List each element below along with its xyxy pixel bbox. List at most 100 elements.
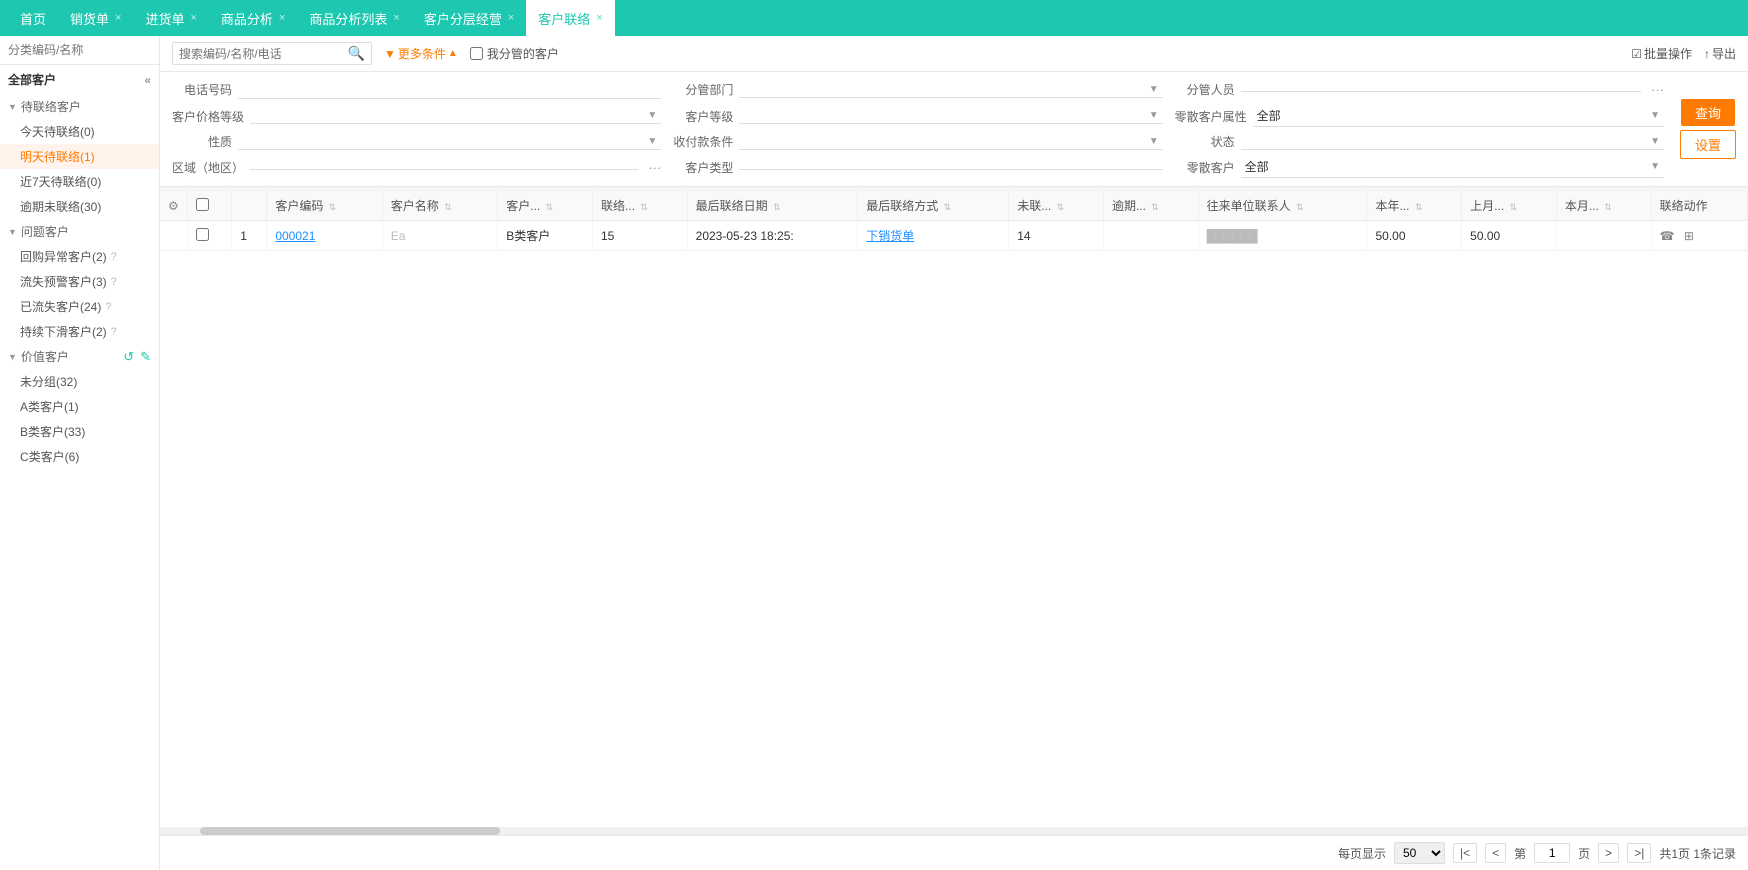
close-product-analysis-icon[interactable]: × (279, 12, 285, 24)
query-button[interactable]: 查询 (1681, 99, 1735, 126)
filter-retail-attr-select[interactable]: 全部 ▼ (1253, 105, 1664, 127)
col-last-month[interactable]: 上月... ⇅ (1462, 191, 1557, 221)
filter-region-dots[interactable]: ··· (648, 160, 661, 175)
export-button[interactable]: ↑ 导出 (1704, 45, 1736, 62)
col-uncontacted[interactable]: 未联... ⇅ (1009, 191, 1104, 221)
close-purchase-order-icon[interactable]: × (190, 12, 196, 24)
col-last-method[interactable]: 最后联络方式 ⇅ (858, 191, 1009, 221)
sidebar-item-tomorrow-pending[interactable]: 明天待联络(1) (0, 144, 159, 169)
col-type[interactable]: 客户... ⇅ (498, 191, 593, 221)
nav-purchase-order[interactable]: 进货单 × (133, 0, 208, 36)
filter-payment-label: 收付款条件 (673, 133, 733, 150)
more-conditions-button[interactable]: ▼ 更多条件 ▲ (384, 45, 458, 62)
col-this-month[interactable]: 本月... ⇅ (1556, 191, 1651, 221)
page-number-input[interactable] (1534, 843, 1570, 863)
batch-operation-button[interactable]: ☑ 批量操作 (1631, 45, 1692, 62)
group-value-customers[interactable]: 价值客户 (0, 344, 123, 369)
group-problem-customers[interactable]: 问题客户 (0, 219, 159, 244)
filter-retail-customer-select[interactable]: 全部 ▼ (1241, 156, 1664, 178)
close-product-analysis-list-icon[interactable]: × (393, 12, 399, 24)
close-customer-layering-icon[interactable]: × (508, 12, 514, 24)
col-contacts[interactable]: 联络... ⇅ (592, 191, 687, 221)
filter-person: 分管人员 ··· (1175, 81, 1664, 98)
last-page-button[interactable]: >| (1627, 843, 1651, 863)
row-last-method[interactable]: 下销货单 (858, 221, 1009, 251)
sidebar-search-input[interactable] (8, 43, 160, 57)
my-customers-checkbox[interactable]: 我分管的客户 (470, 45, 559, 62)
sidebar-item-7day-pending[interactable]: 近7天待联络(0) (0, 169, 159, 194)
filter-customer-type-select[interactable] (739, 165, 1162, 170)
sidebar-item-churn-warning[interactable]: 流失预警客户(3) ? (0, 269, 159, 294)
row-type: B类客户 (498, 221, 593, 251)
filter-nature-select[interactable]: ▼ (238, 134, 661, 150)
filter-status-select[interactable]: ▼ (1241, 134, 1664, 150)
sidebar-item-today-pending[interactable]: 今天待联络(0) (0, 119, 159, 144)
nav-customer-contact[interactable]: 客户联络 × (526, 0, 614, 36)
close-sales-order-icon[interactable]: × (115, 12, 121, 24)
help-icon-repurchase[interactable]: ? (111, 251, 117, 263)
all-customers-header[interactable]: 全部客户 « (0, 65, 159, 94)
collapse-sidebar-icon[interactable]: « (144, 73, 151, 87)
row-uncontacted: 14 (1009, 221, 1104, 251)
help-icon-declining[interactable]: ? (111, 326, 117, 338)
sidebar-item-declining[interactable]: 持续下滑客户(2) ? (0, 319, 159, 344)
sidebar-item-ungrouped[interactable]: 未分组(32) (0, 369, 159, 394)
sort-last-date-icon: ⇅ (773, 202, 781, 212)
col-unit-contact[interactable]: 往来单位联系人 ⇅ (1198, 191, 1367, 221)
filter-dept-select[interactable]: ▼ (739, 82, 1162, 98)
sidebar-item-b-class[interactable]: B类客户(33) (0, 419, 159, 444)
my-customers-check[interactable] (470, 47, 483, 60)
data-table-area: ⚙ 客户编码 ⇅ 客户名称 ⇅ 客户... ⇅ 联络... ⇅ 最后联络日期 ⇅… (160, 191, 1748, 827)
row-select-checkbox[interactable] (196, 228, 209, 241)
help-icon-churned[interactable]: ? (105, 301, 111, 313)
nav-product-analysis[interactable]: 商品分析 × (209, 0, 297, 36)
action-phone-icon[interactable]: ☎ (1660, 229, 1675, 243)
col-last-date[interactable]: 最后联络日期 ⇅ (687, 191, 858, 221)
select-all-checkbox[interactable] (196, 198, 209, 211)
set-button[interactable]: 设置 (1680, 130, 1736, 159)
filter-status: 状态 ▼ (1175, 133, 1664, 150)
col-code[interactable]: 客户编码 ⇅ (267, 191, 382, 221)
filter-payment: 收付款条件 ▼ (673, 133, 1162, 150)
edit-value-icon[interactable]: ✎ (140, 349, 151, 365)
sidebar-item-a-class[interactable]: A类客户(1) (0, 394, 159, 419)
sidebar-item-repurchase-abnormal[interactable]: 回购异常客户(2) ? (0, 244, 159, 269)
col-settings[interactable]: ⚙ (160, 191, 187, 221)
sidebar-item-overdue-uncontacted[interactable]: 逾期未联络(30) (0, 194, 159, 219)
col-this-year[interactable]: 本年... ⇅ (1367, 191, 1462, 221)
filter-price-level-select[interactable]: ▼ (250, 108, 661, 124)
all-customers-label: 全部客户 (8, 71, 56, 88)
filter-person-dots[interactable]: ··· (1651, 82, 1664, 97)
row-name[interactable]: Ea (382, 221, 497, 251)
filter-region-select[interactable] (250, 165, 638, 170)
nav-home[interactable]: 首页 (8, 0, 58, 36)
group-pending-contact[interactable]: 待联络客户 (0, 94, 159, 119)
horizontal-scrollbar[interactable] (160, 827, 1748, 835)
col-checkbox[interactable] (187, 191, 231, 221)
filter-phone-input[interactable] (238, 80, 661, 99)
filter-person-select[interactable] (1241, 87, 1641, 92)
page-size-select[interactable]: 50 100 200 (1394, 842, 1445, 864)
sidebar-item-churned[interactable]: 已流失客户(24) ? (0, 294, 159, 319)
row-code[interactable]: 000021 (267, 221, 382, 251)
search-button-icon[interactable]: 🔍 (348, 45, 365, 62)
first-page-button[interactable]: |< (1453, 843, 1477, 863)
row-checkbox[interactable] (187, 221, 231, 251)
filter-customer-level-select[interactable]: ▼ (739, 108, 1162, 124)
filter-payment-select[interactable]: ▼ (739, 134, 1162, 150)
sidebar-item-c-class[interactable]: C类客户(6) (0, 444, 159, 469)
nav-product-analysis-list[interactable]: 商品分析列表 × (297, 0, 411, 36)
col-name[interactable]: 客户名称 ⇅ (382, 191, 497, 221)
close-customer-contact-icon[interactable]: × (596, 12, 602, 24)
help-icon-churn-warning[interactable]: ? (111, 276, 117, 288)
scroll-thumb[interactable] (200, 827, 500, 835)
nav-sales-order[interactable]: 销货单 × (58, 0, 133, 36)
col-overdue[interactable]: 逾期... ⇅ (1103, 191, 1198, 221)
next-page-button[interactable]: > (1598, 843, 1619, 863)
search-input[interactable] (179, 47, 348, 61)
nav-customer-layering[interactable]: 客户分层经营 × (412, 0, 526, 36)
refresh-value-icon[interactable]: ↺ (123, 349, 134, 365)
col-action: 联络动作 (1651, 191, 1747, 221)
action-grid-icon[interactable]: ⊞ (1684, 229, 1694, 243)
prev-page-button[interactable]: < (1485, 843, 1506, 863)
